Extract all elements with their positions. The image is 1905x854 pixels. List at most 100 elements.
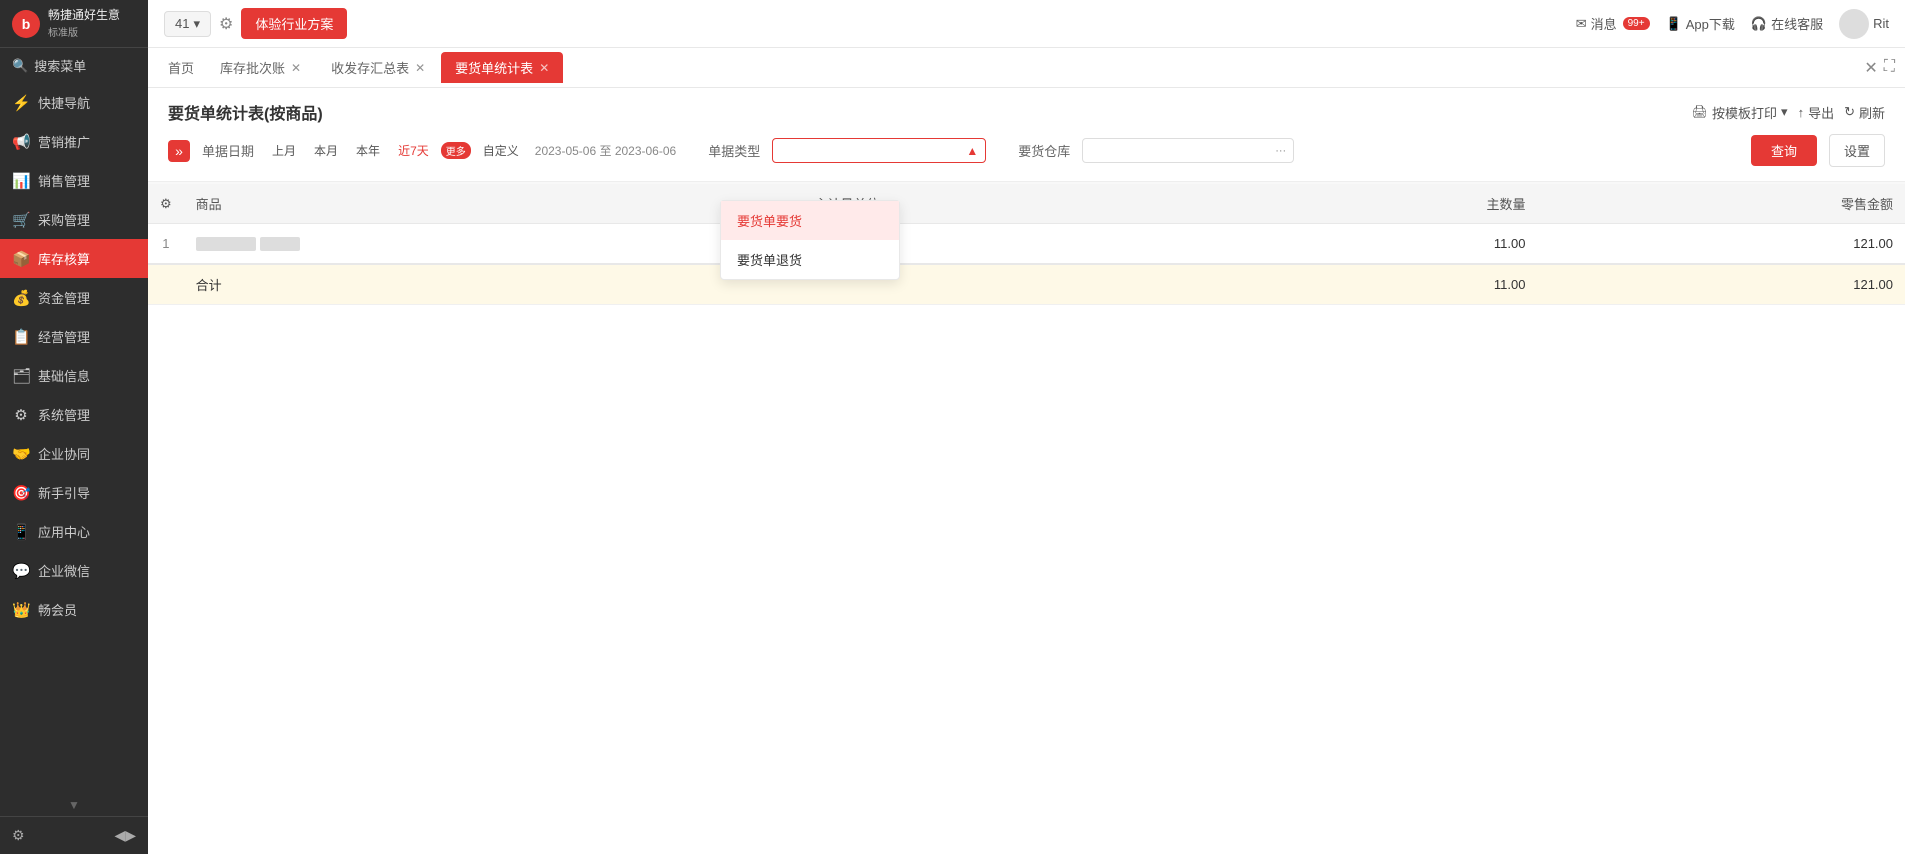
search-icon: 🔍	[12, 58, 28, 74]
system-icon: ⚙	[12, 406, 30, 424]
mobile-icon: 📱	[1666, 16, 1682, 32]
export-btn[interactable]: ↑ 导出	[1798, 103, 1835, 122]
basic-icon: 🗂	[12, 367, 30, 385]
th-amount: 零售金额	[1537, 184, 1905, 224]
sidebar-item-operations[interactable]: 📋 经营管理	[0, 317, 148, 356]
sidebar-item-label: 基础信息	[38, 366, 90, 385]
chevron-down-icon: ▾	[193, 16, 200, 32]
date-shortcut-this-year[interactable]: 本年	[350, 140, 386, 161]
footer-quantity: 11.00	[1233, 264, 1538, 305]
sidebar-item-label: 经营管理	[38, 327, 90, 346]
marketing-icon: 📢	[12, 133, 30, 151]
app-download-item[interactable]: 📱 App下载	[1666, 14, 1735, 33]
sidebar-item-label: 库存核算	[38, 249, 90, 268]
sidebar-item-label: 系统管理	[38, 405, 90, 424]
footer-empty	[148, 264, 184, 305]
data-table-container: ⚙ 商品 主计量单位 主数量 零售金额 1	[148, 184, 1905, 854]
type-label: 单据类型	[708, 141, 760, 160]
chevron-down-icon: ▾	[1781, 104, 1788, 120]
sidebar-item-basic[interactable]: 🗂 基础信息	[0, 356, 148, 395]
tab-receive-summary[interactable]: 收发存汇总表 ✕	[317, 52, 439, 83]
table-body: 1 块 11.00 121.00	[148, 224, 1905, 265]
sidebar-item-wechat[interactable]: 💬 企业微信	[0, 551, 148, 590]
tab-close-icon[interactable]: ✕	[415, 61, 425, 75]
sidebar-item-label: 企业微信	[38, 561, 90, 580]
date-shortcut-this-month[interactable]: 本月	[308, 140, 344, 161]
column-settings-icon[interactable]: ⚙	[160, 196, 172, 211]
th-settings[interactable]: ⚙	[148, 184, 184, 224]
export-label: 导出	[1808, 103, 1834, 122]
tabs-bar: 首页 库存批次账 ✕ 收发存汇总表 ✕ 要货单统计表 ✕ ✕ ⛶	[148, 48, 1905, 88]
row-product	[184, 224, 803, 265]
sidebar-item-purchase[interactable]: 🛒 采购管理	[0, 200, 148, 239]
sidebar-scroll-down[interactable]: ▼	[0, 794, 148, 816]
warehouse-input[interactable]	[1082, 138, 1294, 163]
date-shortcut-7days[interactable]: 近7天	[392, 140, 435, 161]
store-selector[interactable]: 41 ▾	[164, 11, 211, 37]
sidebar-item-marketing[interactable]: 📢 营销推广	[0, 122, 148, 161]
sidebar: b 畅捷通好生意 标准版 🔍 搜索菜单 ⚡ 快捷导航 📢 营销推广 📊 销售管理…	[0, 0, 148, 854]
sidebar-item-appstore[interactable]: 📱 应用中心	[0, 512, 148, 551]
type-input[interactable]	[772, 138, 986, 163]
search-menu[interactable]: 🔍 搜索菜单	[0, 48, 148, 83]
sidebar-item-guide[interactable]: 🎯 新手引导	[0, 473, 148, 512]
settings-row-button[interactable]: 设置	[1829, 134, 1885, 167]
row-no: 1	[148, 224, 184, 265]
sidebar-item-finance[interactable]: 💰 资金管理	[0, 278, 148, 317]
sidebar-item-quick-nav[interactable]: ⚡ 快捷导航	[0, 83, 148, 122]
print-template-btn[interactable]: 🖨 按模板打印 ▾	[1692, 103, 1788, 122]
app-download-label: App下载	[1686, 14, 1735, 33]
warehouse-select-wrapper: ···	[1082, 138, 1294, 163]
tab-order-summary[interactable]: 要货单统计表 ✕	[441, 52, 563, 83]
tabs-minimize-btn[interactable]: ✕	[1864, 58, 1877, 78]
tab-inventory-batch[interactable]: 库存批次账 ✕	[206, 52, 315, 83]
sidebar-item-label: 企业协同	[38, 444, 90, 463]
tab-label: 收发存汇总表	[331, 58, 409, 77]
page-actions: 🖨 按模板打印 ▾ ↑ 导出 ↻ 刷新	[1692, 103, 1886, 122]
sidebar-item-label: 快捷导航	[38, 93, 90, 112]
settings-bottom-btn[interactable]: ⚙	[12, 827, 25, 844]
sidebar-item-label: 资金管理	[38, 288, 90, 307]
sales-icon: 📊	[12, 172, 30, 190]
tabs-maximize-btn[interactable]: ⛶	[1884, 58, 1895, 78]
filter-expand-btn[interactable]: »	[168, 140, 190, 162]
top-left: 41 ▾ ⚙ 体验行业方案	[164, 8, 347, 39]
logo-text: 畅捷通好生意	[48, 8, 120, 24]
trial-button[interactable]: 体验行业方案	[241, 8, 347, 39]
collapse-btn[interactable]: ◀▶	[114, 827, 136, 844]
tab-close-icon[interactable]: ✕	[291, 61, 301, 75]
date-shortcut-last-month[interactable]: 上月	[266, 140, 302, 161]
sidebar-bottom: ⚙ ◀▶	[0, 816, 148, 854]
sidebar-item-member[interactable]: 👑 畅会员	[0, 590, 148, 629]
tab-close-active-icon[interactable]: ✕	[539, 61, 549, 75]
query-button[interactable]: 查询	[1751, 135, 1817, 166]
type-arrow-up-icon[interactable]: ▲	[966, 144, 978, 158]
sidebar-item-sales[interactable]: 📊 销售管理	[0, 161, 148, 200]
th-quantity: 主数量	[1233, 184, 1538, 224]
tab-home[interactable]: 首页	[158, 52, 204, 83]
footer-amount: 121.00	[1537, 264, 1905, 305]
sidebar-item-label: 畅会员	[38, 600, 77, 619]
row-amount: 121.00	[1537, 224, 1905, 265]
dropdown-item-order-goods[interactable]: 要货单要货	[721, 201, 899, 240]
warehouse-label: 要货仓库	[1018, 141, 1070, 160]
dropdown-item-order-return[interactable]: 要货单退货	[721, 240, 899, 279]
message-item[interactable]: ✉ 消息 99+	[1576, 14, 1650, 33]
refresh-btn[interactable]: ↻ 刷新	[1844, 103, 1885, 122]
online-service-item[interactable]: 🎧 在线客服	[1751, 14, 1823, 33]
sidebar-item-inventory[interactable]: 📦 库存核算	[0, 239, 148, 278]
more-date-badge[interactable]: 更多	[441, 142, 471, 159]
sidebar-nav: ⚡ 快捷导航 📢 营销推广 📊 销售管理 🛒 采购管理 📦 库存核算 💰 资金管…	[0, 83, 148, 794]
user-item[interactable]: Rit	[1839, 9, 1889, 39]
appstore-icon: 📱	[12, 523, 30, 541]
more-filters-icon[interactable]: ···	[1275, 145, 1286, 157]
store-name: 41	[175, 16, 189, 31]
footer-label: 合计	[184, 264, 1233, 305]
top-right: ✉ 消息 99+ 📱 App下载 🎧 在线客服 Rit	[1576, 9, 1889, 39]
sidebar-item-cooperation[interactable]: 🤝 企业协同	[0, 434, 148, 473]
sidebar-item-system[interactable]: ⚙ 系统管理	[0, 395, 148, 434]
topbar-settings-btn[interactable]: ⚙	[219, 14, 233, 34]
sidebar-item-label: 采购管理	[38, 210, 90, 229]
date-custom[interactable]: 自定义	[477, 140, 525, 161]
main-area: 41 ▾ ⚙ 体验行业方案 ✉ 消息 99+ 📱 App下载 🎧 在线客服 R	[148, 0, 1905, 854]
